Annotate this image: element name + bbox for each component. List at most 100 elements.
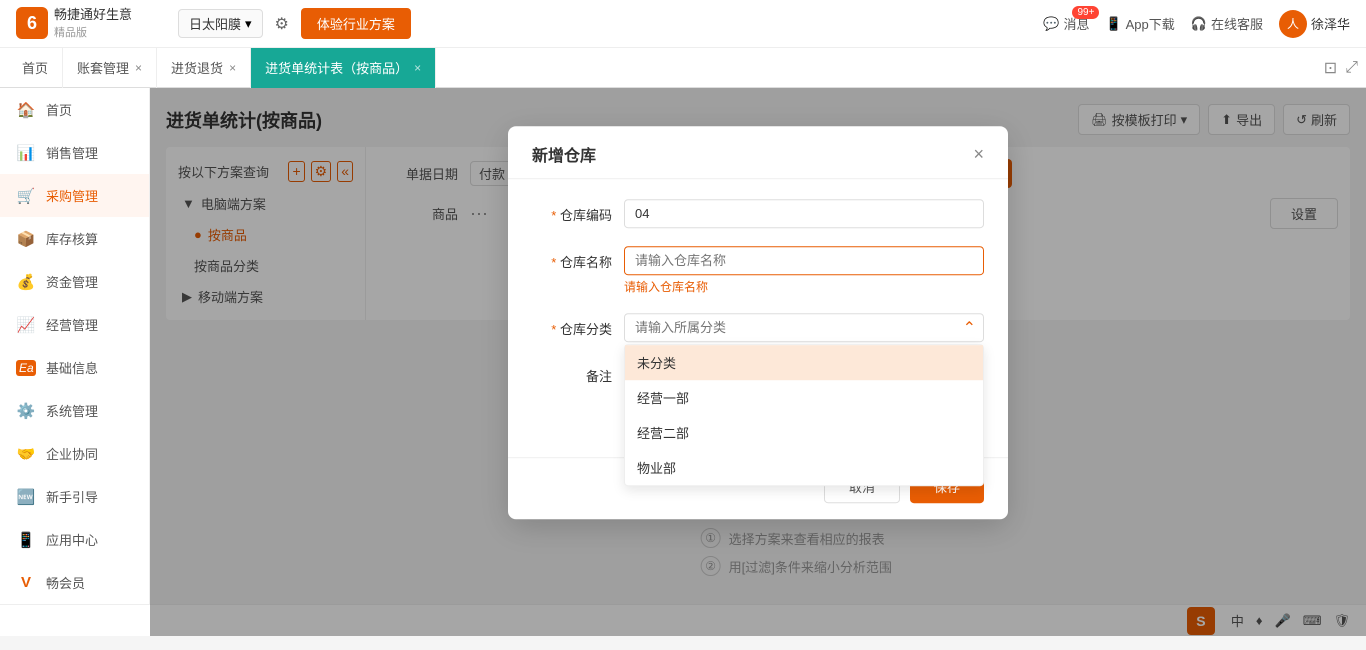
dropdown-item-dept1[interactable]: 经营一部 xyxy=(625,380,983,415)
add-warehouse-modal: 新增仓库 × * 仓库编码 * 仓 xyxy=(508,126,1008,519)
sidebar-item-guide[interactable]: 🆕 新手引导 xyxy=(0,475,149,518)
tab-expand-icon[interactable]: ⤢ xyxy=(1345,59,1358,77)
tab-purchase-return[interactable]: 进货退货 × xyxy=(157,48,251,88)
user-name: 徐泽华 xyxy=(1311,14,1350,33)
sidebar-item-finance[interactable]: 💰 资金管理 xyxy=(0,260,149,303)
modal-header: 新增仓库 × xyxy=(508,126,1008,179)
user-group[interactable]: 人 徐泽华 xyxy=(1279,10,1350,38)
main-content: 进货单统计(按商品) 🖨 按模板打印 ▾ ⬆ 导出 ↺ 刷新 xyxy=(150,88,1366,636)
dropdown-item-uncategorized[interactable]: 未分类 xyxy=(625,345,983,380)
collab-icon: 🤝 xyxy=(16,445,36,463)
tab-account-label: 账套管理 xyxy=(77,58,129,77)
sidebar-item-purchase[interactable]: 🛒 采购管理 xyxy=(0,174,149,217)
tab-home-label: 首页 xyxy=(22,58,48,77)
sidebar-item-member-label: 畅会员 xyxy=(46,573,85,592)
sidebar-item-basic-info-label: 基础信息 xyxy=(46,358,98,377)
gear-icon[interactable]: ⚙ xyxy=(275,14,289,34)
basic-info-icon: Ea xyxy=(16,360,36,376)
sidebar: 🏠 首页 📊 销售管理 🛒 采购管理 📦 库存核算 💰 资金管理 📈 经营管理 … xyxy=(0,88,150,636)
guide-icon: 🆕 xyxy=(16,488,36,506)
name-error-msg: 请输入仓库名称 xyxy=(624,278,984,295)
modal-body: * 仓库编码 * 仓库名称 请输入仓库名称 xyxy=(508,179,1008,457)
appcenter-icon: 📱 xyxy=(16,531,36,549)
category-label-text: 仓库分类 xyxy=(560,322,612,337)
app-edition: 精品版 xyxy=(54,24,132,40)
tab-home[interactable]: 首页 xyxy=(8,48,63,88)
tab-restore-icon[interactable]: ⊡ xyxy=(1324,58,1337,78)
dropdown-item-dept2[interactable]: 经营二部 xyxy=(625,415,983,450)
tab-purchase-return-label: 进货退货 xyxy=(171,58,223,77)
category-field: ⌃ 未分类 经营一部 经营二部 物业部 xyxy=(624,313,984,342)
headset-icon: 🎧 xyxy=(1191,16,1207,32)
form-row-name: * 仓库名称 请输入仓库名称 xyxy=(532,246,984,295)
sidebar-item-collab-label: 企业协同 xyxy=(46,444,98,463)
category-required-mark: * xyxy=(551,322,556,337)
app-logo: 6 xyxy=(16,7,48,39)
phone-icon: 📱 xyxy=(1105,16,1121,32)
tab-purchase-stat-label: 进货单统计表（按商品） xyxy=(265,58,408,77)
tab-account[interactable]: 账套管理 × xyxy=(63,48,157,88)
name-label-text: 仓库名称 xyxy=(560,255,612,270)
sidebar-item-basic-info[interactable]: Ea 基础信息 xyxy=(0,346,149,389)
avatar: 人 xyxy=(1279,10,1307,38)
name-field: 请输入仓库名称 xyxy=(624,246,984,295)
finance-icon: 💰 xyxy=(16,273,36,291)
code-label: * 仓库编码 xyxy=(532,199,612,224)
app-name: 畅捷通好生意 xyxy=(54,7,132,24)
name-input[interactable] xyxy=(624,246,984,275)
form-row-category: * 仓库分类 ⌃ 未分类 经营一部 经营二部 物业部 xyxy=(532,313,984,342)
sidebar-item-member[interactable]: V 畅会员 xyxy=(0,561,149,604)
category-input[interactable] xyxy=(624,313,984,342)
tab-bar: 首页 账套管理 × 进货退货 × 进货单统计表（按商品） × ⊡ ⤢ xyxy=(0,48,1366,88)
tab-purchase-stat[interactable]: 进货单统计表（按商品） × xyxy=(251,48,436,88)
trial-button[interactable]: 体验行业方案 xyxy=(301,8,411,39)
sales-icon: 📊 xyxy=(16,144,36,162)
sidebar-item-collab[interactable]: 🤝 企业协同 xyxy=(0,432,149,475)
sidebar-item-guide-label: 新手引导 xyxy=(46,487,98,506)
sidebar-item-inventory[interactable]: 📦 库存核算 xyxy=(0,217,149,260)
sidebar-item-inventory-label: 库存核算 xyxy=(46,229,98,248)
home-icon: 🏠 xyxy=(16,101,36,119)
sidebar-item-system-label: 系统管理 xyxy=(46,401,98,420)
chevron-down-icon: ▾ xyxy=(245,16,252,32)
form-row-code: * 仓库编码 xyxy=(532,199,984,228)
code-field xyxy=(624,199,984,228)
remark-label: 备注 xyxy=(532,360,612,385)
sidebar-item-home-label: 首页 xyxy=(46,100,72,119)
notification-group[interactable]: 💬 消息 99+ xyxy=(1043,14,1089,33)
sidebar-item-sales-label: 销售管理 xyxy=(46,143,98,162)
sidebar-item-system[interactable]: ⚙️ 系统管理 xyxy=(0,389,149,432)
member-icon: V xyxy=(16,574,36,591)
name-required-mark: * xyxy=(551,255,556,270)
tab-account-close[interactable]: × xyxy=(135,61,142,75)
app-download-label: App下载 xyxy=(1126,14,1175,33)
online-service-label: 在线客服 xyxy=(1211,14,1263,33)
tab-purchase-return-close[interactable]: × xyxy=(229,61,236,75)
category-dropdown: 未分类 经营一部 经营二部 物业部 xyxy=(624,344,984,486)
dropdown-item-dept3[interactable]: 物业部 xyxy=(625,450,983,485)
modal-close-icon[interactable]: × xyxy=(973,144,984,165)
name-label: * 仓库名称 xyxy=(532,246,612,271)
purchase-icon: 🛒 xyxy=(16,187,36,205)
sidebar-item-sales[interactable]: 📊 销售管理 xyxy=(0,131,149,174)
management-icon: 📈 xyxy=(16,316,36,334)
online-service-group[interactable]: 🎧 在线客服 xyxy=(1191,14,1263,33)
sidebar-item-management[interactable]: 📈 经营管理 xyxy=(0,303,149,346)
sidebar-item-home[interactable]: 🏠 首页 xyxy=(0,88,149,131)
category-arrow-icon[interactable]: ⌃ xyxy=(963,318,976,338)
system-icon: ⚙️ xyxy=(16,402,36,420)
sidebar-item-appcenter[interactable]: 📱 应用中心 xyxy=(0,518,149,561)
sidebar-item-appcenter-label: 应用中心 xyxy=(46,530,98,549)
sidebar-item-finance-label: 资金管理 xyxy=(46,272,98,291)
code-input[interactable] xyxy=(624,199,984,228)
store-selector[interactable]: 日太阳膜 ▾ xyxy=(178,9,263,38)
sidebar-item-management-label: 经营管理 xyxy=(46,315,98,334)
store-name: 日太阳膜 xyxy=(189,14,241,33)
remark-label-text: 备注 xyxy=(586,369,612,384)
top-bar: 6 畅捷通好生意 精品版 日太阳膜 ▾ ⚙ 体验行业方案 💬 消息 99+ 📱 … xyxy=(0,0,1366,48)
tab-bar-controls: ⊡ ⤢ xyxy=(1324,58,1358,78)
app-download-group[interactable]: 📱 App下载 xyxy=(1105,14,1174,33)
code-label-text: 仓库编码 xyxy=(560,208,612,223)
logo-area: 6 畅捷通好生意 精品版 xyxy=(16,7,166,40)
tab-purchase-stat-close[interactable]: × xyxy=(414,61,421,75)
